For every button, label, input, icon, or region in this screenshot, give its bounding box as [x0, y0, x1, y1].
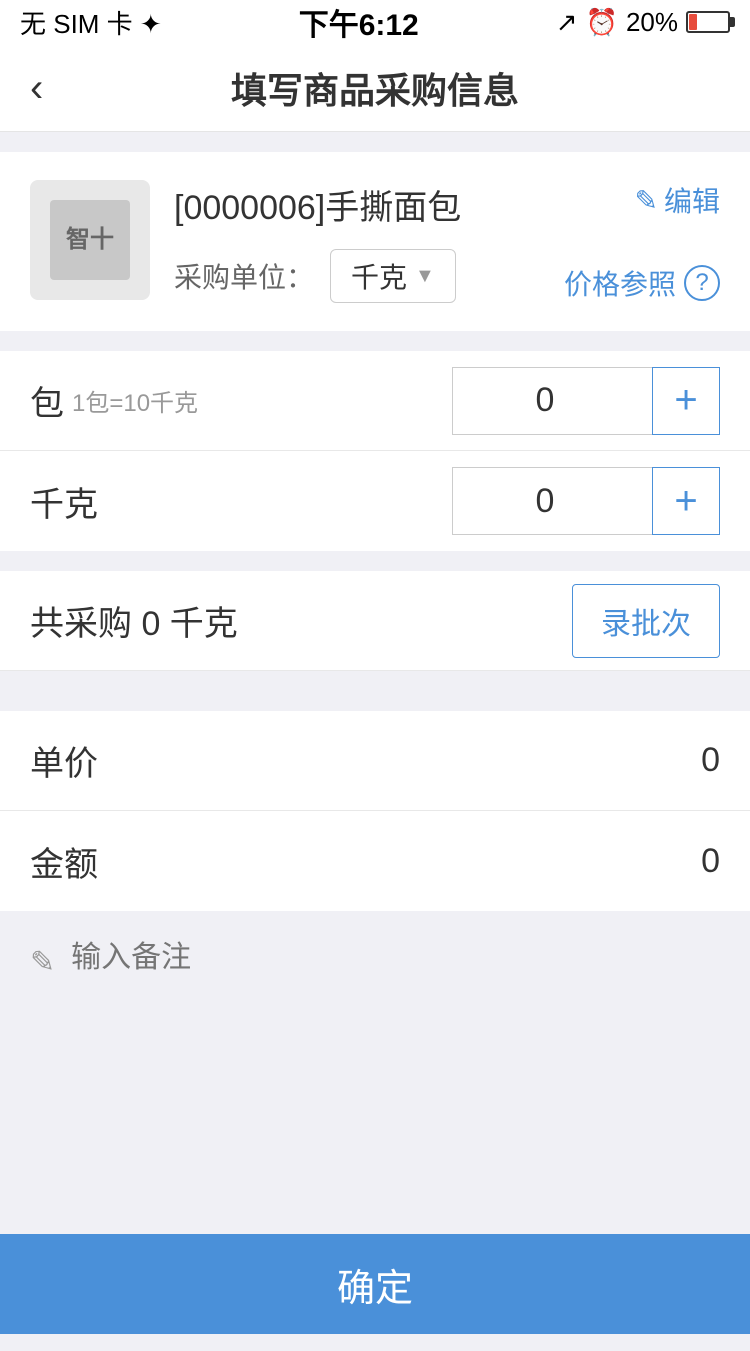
total-text: 共采购 0 千克: [30, 596, 238, 645]
amount-label: 金额: [30, 837, 98, 886]
kg-input-row: 千克 +: [0, 451, 750, 551]
product-image: 智十: [30, 180, 150, 300]
kg-label: 千克: [30, 477, 98, 526]
unit-value: 千克: [351, 256, 407, 296]
edit-label: 编辑: [664, 180, 720, 220]
alarm-icon: ⏰: [586, 7, 618, 38]
bag-input-right: +: [452, 367, 720, 435]
battery-icon: [686, 11, 730, 33]
status-right: ↗ ⏰ 20%: [556, 7, 730, 38]
location-icon: ↗: [556, 7, 578, 38]
bag-input-row: 包 1包=10千克 +: [0, 351, 750, 451]
price-reference-button[interactable]: 价格参照 ?: [564, 263, 720, 303]
kg-quantity-input[interactable]: [452, 467, 652, 535]
kg-input-right: +: [452, 467, 720, 535]
amount-value: 0: [701, 842, 720, 881]
product-logo-icon: 智十: [66, 228, 114, 252]
back-button[interactable]: ‹: [30, 68, 43, 108]
notes-input[interactable]: [71, 941, 720, 975]
sim-signal-text: 无 SIM 卡 ✦: [20, 4, 162, 41]
unit-label: 采购单位：: [174, 256, 314, 296]
nav-bar: ‹ 填写商品采购信息: [0, 44, 750, 132]
dropdown-arrow-icon: ▼: [415, 265, 435, 288]
edit-button[interactable]: ✎ 编辑: [635, 180, 720, 220]
record-batch-button[interactable]: 录批次: [572, 584, 720, 658]
bag-quantity-input[interactable]: [452, 367, 652, 435]
price-section: 单价 0 金额 0: [0, 711, 750, 911]
status-time: 下午6:12: [299, 0, 419, 44]
page-title: 填写商品采购信息: [231, 62, 519, 114]
bag-plus-button[interactable]: +: [652, 367, 720, 435]
status-bar: 无 SIM 卡 ✦ 下午6:12 ↗ ⏰ 20%: [0, 0, 750, 44]
notes-section: ✎: [0, 911, 750, 1011]
divider-1: [0, 331, 750, 351]
unit-price-row: 单价 0: [0, 711, 750, 811]
kg-plus-button[interactable]: +: [652, 467, 720, 535]
confirm-button[interactable]: 确定: [0, 1234, 750, 1334]
price-ref-label: 价格参照: [564, 263, 676, 303]
unit-dropdown[interactable]: 千克 ▼: [330, 249, 456, 303]
bag-sublabel: 1包=10千克: [72, 383, 198, 418]
amount-row: 金额 0: [0, 811, 750, 911]
unit-price-value: 0: [701, 741, 720, 780]
unit-price-label: 单价: [30, 736, 98, 785]
product-card: 智十 [0000006]手撕面包 采购单位： 千克 ▼ ✎ 编辑 价格参照 ?: [0, 152, 750, 331]
help-icon: ?: [684, 265, 720, 301]
status-left: 无 SIM 卡 ✦: [20, 4, 162, 41]
edit-icon: ✎: [635, 184, 658, 217]
divider-2: [0, 671, 750, 691]
bag-label: 包: [30, 376, 64, 425]
product-thumbnail: 智十: [50, 200, 130, 280]
battery-text: 20%: [626, 7, 678, 38]
input-section: 包 1包=10千克 + 千克 +: [0, 351, 750, 551]
pencil-icon: ✎: [30, 945, 55, 980]
total-section: 共采购 0 千克 录批次: [0, 571, 750, 671]
